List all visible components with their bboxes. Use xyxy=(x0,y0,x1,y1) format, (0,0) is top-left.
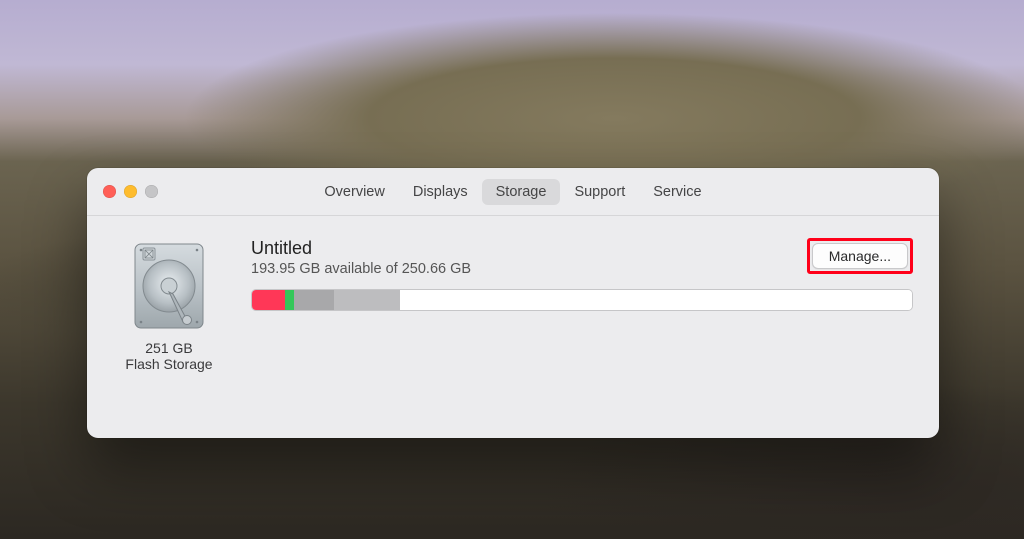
usage-segment-2[interactable] xyxy=(285,290,294,310)
disk-total-size: 251 GB xyxy=(145,340,192,356)
tab-service[interactable]: Service xyxy=(639,179,715,205)
disk-summary: 251 GB Flash Storage xyxy=(111,236,227,372)
tab-overview[interactable]: Overview xyxy=(310,179,398,205)
storage-usage-bar[interactable] xyxy=(251,289,913,311)
volume-name: Untitled xyxy=(251,238,471,259)
manage-highlight: Manage... xyxy=(807,238,913,274)
about-this-mac-window: Overview Displays Storage Support Servic… xyxy=(87,168,939,438)
usage-segment-1[interactable] xyxy=(252,290,285,310)
tab-bar: Overview Displays Storage Support Servic… xyxy=(87,179,939,205)
usage-segment-3[interactable] xyxy=(294,290,334,310)
disk-type-label: Flash Storage xyxy=(125,356,212,372)
zoom-button[interactable] xyxy=(145,185,158,198)
tab-storage[interactable]: Storage xyxy=(482,179,561,205)
hard-drive-icon[interactable] xyxy=(129,242,209,330)
window-controls xyxy=(103,185,158,198)
tab-displays[interactable]: Displays xyxy=(399,179,482,205)
usage-free-space xyxy=(400,290,912,310)
minimize-button[interactable] xyxy=(124,185,137,198)
storage-panel: 251 GB Flash Storage Untitled 193.95 GB … xyxy=(87,216,939,392)
manage-button[interactable]: Manage... xyxy=(812,243,908,269)
usage-segment-4[interactable] xyxy=(334,290,400,310)
tab-support[interactable]: Support xyxy=(560,179,639,205)
window-titlebar: Overview Displays Storage Support Servic… xyxy=(87,168,939,216)
volume-details: Untitled 193.95 GB available of 250.66 G… xyxy=(251,236,913,311)
volume-available-label: 193.95 GB available of 250.66 GB xyxy=(251,261,471,277)
close-button[interactable] xyxy=(103,185,116,198)
